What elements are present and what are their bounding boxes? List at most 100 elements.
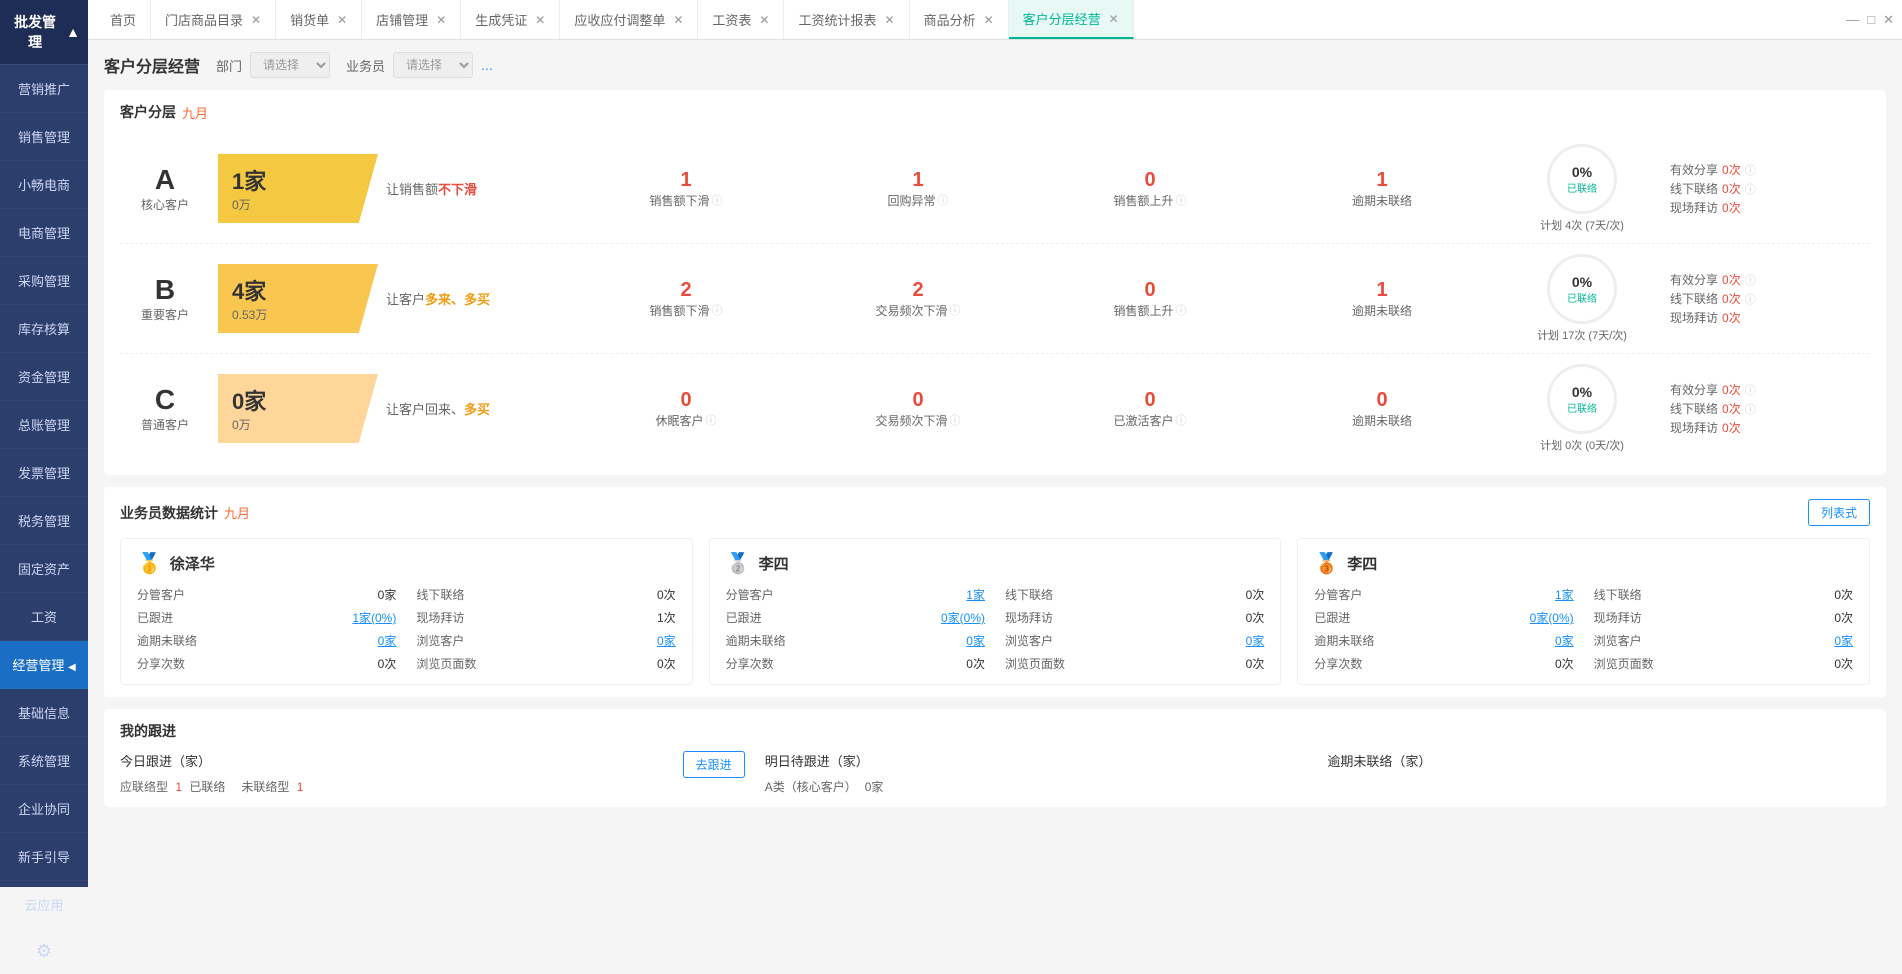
tier-a-share: 有效分享 0次 ⓘ [1670, 161, 1870, 178]
sidebar-item-caigou[interactable]: 采购管理 [0, 257, 88, 305]
sidebar-item-xinshou[interactable]: 新手引导 [0, 833, 88, 881]
sidebar-top[interactable]: 批发管理 ▲ [0, 0, 88, 65]
sidebar-bottom: ⚙ [0, 929, 88, 974]
followup-title: 我的跟进 [120, 721, 1870, 741]
tier-b-label: B 重要客户 [120, 274, 210, 323]
tier-a-circle-pct: 0% [1572, 164, 1592, 180]
tab-mendiangl-close[interactable]: ✕ [436, 13, 446, 27]
sales-stat-fenguan-0: 分管客户 0家 [137, 586, 396, 603]
tier-row-a: A 核心客户 1家 0万 让销售额不下滑 1 销售额下滑 ⓘ [120, 134, 1870, 244]
sales-name-0: 徐泽华 [170, 553, 215, 574]
tier-b-stat3-label: 销售额上升 ⓘ [1038, 302, 1262, 319]
tier-c-offline-info[interactable]: ⓘ [1745, 401, 1756, 417]
tier-c-stat2-info[interactable]: ⓘ [950, 412, 961, 428]
tab-shangpin-close[interactable]: ✕ [984, 13, 994, 27]
sidebar-item-fapiao[interactable]: 发票管理 [0, 449, 88, 497]
tier-b-stat2-info[interactable]: ⓘ [950, 302, 961, 318]
tab-yingshou[interactable]: 应收应付调整单 ✕ [560, 0, 698, 39]
sidebar-item-zongzhang[interactable]: 总账管理 [0, 401, 88, 449]
tab-xiaohuodan-label: 销货单 [290, 10, 329, 29]
sidebar-item-dianshang[interactable]: 电商管理 [0, 209, 88, 257]
list-view-button[interactable]: 列表式 [1808, 499, 1870, 526]
tab-mendian[interactable]: 门店商品目录 ✕ [151, 0, 276, 39]
tier-b-amount: 0.53万 [232, 306, 348, 323]
tab-kehu[interactable]: 客户分层经营 ✕ [1009, 0, 1134, 39]
tier-b-stat1-info[interactable]: ⓘ [712, 302, 723, 318]
tab-kehu-close[interactable]: ✕ [1109, 12, 1119, 26]
sidebar-item-label: 企业协同 [18, 802, 70, 817]
tier-c-stat1-info[interactable]: ⓘ [706, 412, 717, 428]
tier-c-highlight: 多买 [464, 402, 490, 417]
tier-b-offline: 线下联络 0次 ⓘ [1670, 290, 1870, 307]
gear-icon[interactable]: ⚙ [36, 941, 52, 961]
sidebar-item-label: 电商管理 [18, 226, 70, 241]
goto-followup-button[interactable]: 去跟进 [683, 751, 745, 778]
tier-c-stat2-label: 交易频次下滑 ⓘ [806, 412, 1030, 429]
tab-gongzi-label: 工资表 [712, 10, 751, 29]
followup-today-badge1: 1 [175, 780, 182, 794]
tab-xiaohuodan[interactable]: 销货单 ✕ [276, 0, 362, 39]
tab-mendian-close[interactable]: ✕ [251, 13, 261, 27]
sidebar-item-gudingzichan[interactable]: 固定资产 [0, 545, 88, 593]
tab-mendiangl[interactable]: 店铺管理 ✕ [362, 0, 461, 39]
window-maximize-btn[interactable]: □ [1867, 12, 1875, 28]
tier-c-stat3-info[interactable]: ⓘ [1176, 412, 1187, 428]
dept-select[interactable]: 请选择 [250, 52, 330, 78]
sidebar-item-gongzi[interactable]: 工资 [0, 593, 88, 641]
tier-row-c: C 普通客户 0家 0万 让客户回来、多买 0 休眠客户 ⓘ [120, 354, 1870, 463]
tab-bar: 首页 门店商品目录 ✕ 销货单 ✕ 店铺管理 ✕ 生成凭证 ✕ 应收应付调整单 … [88, 0, 1902, 40]
sidebar-item-zijin[interactable]: 资金管理 [0, 353, 88, 401]
tier-a-share-info[interactable]: ⓘ [1745, 162, 1756, 178]
tab-xiaohuodan-close[interactable]: ✕ [337, 13, 347, 27]
tab-shengcheng-close[interactable]: ✕ [535, 13, 545, 27]
window-close-btn[interactable]: ✕ [1883, 12, 1894, 28]
sidebar-item-xiaoshou[interactable]: 销售管理 [0, 113, 88, 161]
sales-select[interactable]: 请选择 [393, 52, 473, 78]
sidebar-item-xitong[interactable]: 系统管理 [0, 737, 88, 785]
sidebar-item-qiye[interactable]: 企业协同 [0, 785, 88, 833]
sidebar-top-label: 批发管理 [8, 12, 62, 52]
sidebar-collapse-icon[interactable]: ▲ [66, 24, 80, 40]
sidebar-item-xiaodian[interactable]: 小畅电商 [0, 161, 88, 209]
sales-stat-fenxiang-2: 分享次数 0次 [1314, 655, 1573, 672]
tier-c-share-info[interactable]: ⓘ [1745, 382, 1756, 398]
tier-b-offline-info[interactable]: ⓘ [1745, 291, 1756, 307]
tier-b-stat3-info[interactable]: ⓘ [1176, 302, 1187, 318]
tier-b-stat2-label: 交易频次下滑 ⓘ [806, 302, 1030, 319]
sidebar-item-yingxiao[interactable]: 营销推广 [0, 65, 88, 113]
sidebar-item-yun[interactable]: 云应用 [0, 881, 88, 929]
tab-gongzi-close[interactable]: ✕ [759, 13, 769, 27]
tab-home[interactable]: 首页 [96, 0, 151, 39]
sidebar-item-label: 系统管理 [18, 754, 70, 769]
tier-a-offline-info[interactable]: ⓘ [1745, 181, 1756, 197]
tier-b-share-info[interactable]: ⓘ [1745, 272, 1756, 288]
tab-yingshou-close[interactable]: ✕ [673, 13, 683, 27]
sales-stat-xianxia-1: 线下联络 0次 [1005, 586, 1264, 603]
window-minimize-btn[interactable]: — [1846, 12, 1859, 28]
tab-yingshou-label: 应收应付调整单 [574, 10, 665, 29]
sidebar-item-kucun[interactable]: 库存核算 [0, 305, 88, 353]
tier-a-stat1-info[interactable]: ⓘ [712, 192, 723, 208]
sales-stats-title: 业务员数据统计 九月 [120, 503, 250, 523]
sales-filter-group: 业务员 请选择 ... [346, 52, 493, 78]
tab-tongji-close[interactable]: ✕ [885, 13, 895, 27]
tier-a-stat3-info[interactable]: ⓘ [1176, 192, 1187, 208]
tier-a-count-box: 1家 0万 [218, 154, 378, 223]
sidebar-item-shuiwu[interactable]: 税务管理 [0, 497, 88, 545]
sales-stat-liulan-2: 浏览客户 0家 [1594, 632, 1853, 649]
sidebar-item-label: 固定资产 [18, 562, 70, 577]
sidebar-item-jingying[interactable]: 经营管理 ◀ [0, 641, 88, 689]
tier-c-stat3: 0 已激活客户 ⓘ [1038, 389, 1262, 429]
tab-shengcheng[interactable]: 生成凭证 ✕ [461, 0, 560, 39]
tab-gongzi[interactable]: 工资表 ✕ [698, 0, 784, 39]
tier-a-stat4: 1 逾期未联络 [1270, 169, 1494, 209]
sidebar-item-jichu[interactable]: 基础信息 [0, 689, 88, 737]
tier-a-stat2-info[interactable]: ⓘ [938, 192, 949, 208]
tab-mendian-label: 门店商品目录 [165, 10, 243, 29]
tab-tongji[interactable]: 工资统计报表 ✕ [784, 0, 909, 39]
tab-shangpin[interactable]: 商品分析 ✕ [910, 0, 1009, 39]
tier-a-circle: 0% 已联络 计划 4次 (7天/次) [1502, 144, 1662, 233]
followup-today-badge2: 1 [297, 780, 304, 794]
tier-a-stat4-count: 1 [1270, 169, 1494, 192]
more-filter-btn[interactable]: ... [481, 57, 493, 73]
